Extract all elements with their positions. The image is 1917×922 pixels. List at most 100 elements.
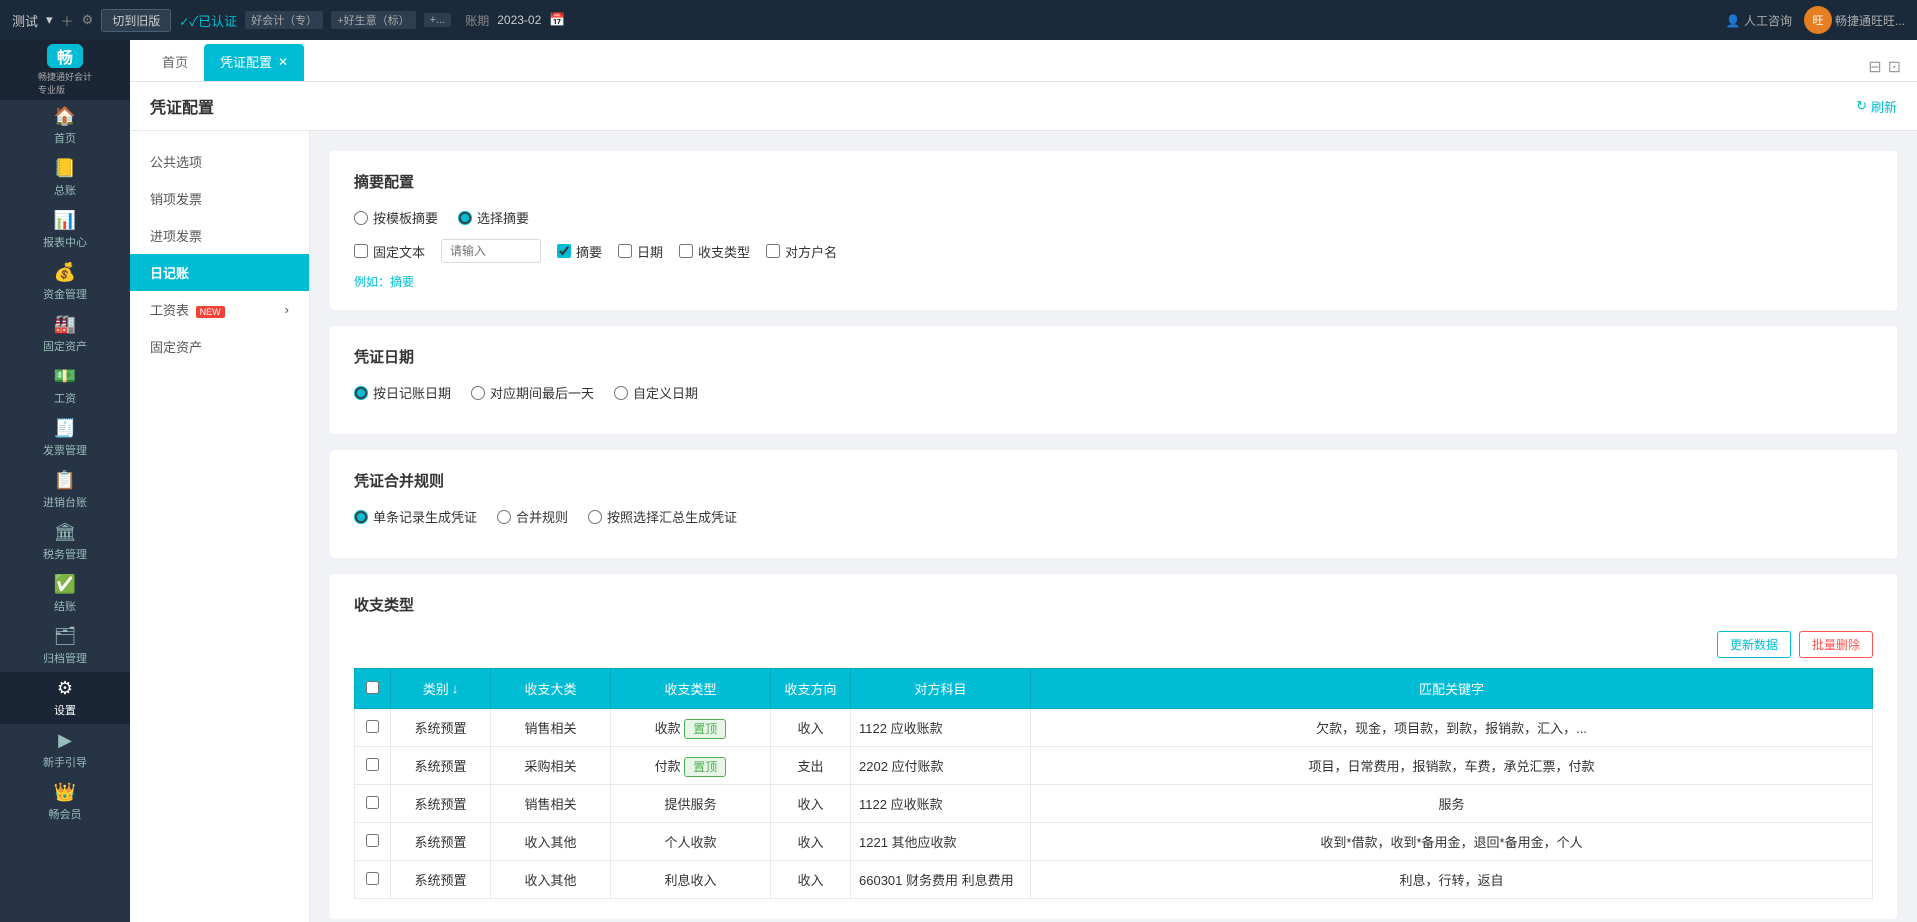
- radio-select-summary[interactable]: 选择摘要: [458, 208, 529, 227]
- sidebar-item-settings[interactable]: ⚙ 设置: [0, 672, 130, 724]
- calendar-icon[interactable]: 📅: [549, 12, 565, 28]
- row-checkbox-0[interactable]: [366, 720, 379, 733]
- reset-tag-0[interactable]: 置顶: [684, 719, 726, 739]
- tab-home[interactable]: 首页: [146, 44, 204, 81]
- row-checkbox-2[interactable]: [366, 796, 379, 809]
- switch-old-version-button[interactable]: 切到旧版: [101, 9, 171, 32]
- sidebar-item-ledger[interactable]: 📒 总账: [0, 152, 130, 204]
- tab-voucher-config[interactable]: 凭证配置 ✕: [204, 44, 304, 81]
- inout-icon: 📋: [54, 470, 76, 491]
- merge-rule-section: 凭证合并规则 单条记录生成凭证 合并规则 按照选择汇总生成凭证: [330, 450, 1897, 558]
- row-checkbox-1[interactable]: [366, 758, 379, 771]
- row-checkbox-4[interactable]: [366, 872, 379, 885]
- nav-item-journal[interactable]: 日记账: [130, 254, 309, 291]
- nav-item-sales-invoice[interactable]: 销项发票: [130, 180, 309, 217]
- nav-item-public[interactable]: 公共选项: [130, 143, 309, 180]
- sidebar-item-tax[interactable]: 🏛 税务管理: [0, 516, 130, 568]
- row-keyword-4: 利息，行转，返自: [1031, 861, 1873, 899]
- row-category-0: 系统预置: [391, 709, 491, 747]
- checkbox-fixed-text[interactable]: 固定文本: [354, 242, 425, 261]
- row-keyword-2: 服务: [1031, 785, 1873, 823]
- content-area: 首页 凭证配置 ✕ ⊟ ⊡ 凭证配置 ↻ 刷新 公共选项 销项发票: [130, 40, 1917, 922]
- radio-custom-date[interactable]: 自定义日期: [614, 383, 698, 402]
- row-account-0: 1122 应收账款: [851, 709, 1031, 747]
- income-expense-table: 类别 ↓ 收支大类 收支类型 收支方向 对方科目 匹配关键字: [354, 668, 1873, 899]
- radio-last-day[interactable]: 对应期间最后一天: [471, 383, 594, 402]
- sidebar-label-ledger: 总账: [54, 182, 76, 198]
- refresh-icon: ↻: [1856, 98, 1867, 114]
- page-header: 凭证配置 ↻ 刷新: [130, 82, 1917, 131]
- window-min-button[interactable]: ⊟: [1868, 57, 1881, 77]
- row-type-3: 个人收款: [611, 823, 771, 861]
- assets-icon: 🏭: [54, 314, 76, 335]
- reset-tag-1[interactable]: 置顶: [684, 757, 726, 777]
- window-max-button[interactable]: ⊡: [1888, 57, 1901, 77]
- avatar[interactable]: 旺 畅捷通旺旺...: [1804, 6, 1905, 34]
- fixed-text-input[interactable]: [441, 239, 541, 263]
- sidebar-item-vip[interactable]: 👑 畅会员: [0, 776, 130, 828]
- top-bar-add-icon[interactable]: ＋: [61, 11, 74, 30]
- row-direction-4: 收入: [771, 861, 851, 899]
- sidebar-item-salary[interactable]: 💵 工资: [0, 360, 130, 412]
- tab-bar: 首页 凭证配置 ✕ ⊟ ⊡: [130, 40, 1917, 82]
- row-account-2: 1122 应收账款: [851, 785, 1031, 823]
- salary-icon: 💵: [54, 366, 76, 387]
- checkbox-income-type[interactable]: 收支类型: [679, 242, 750, 261]
- radio-single-record[interactable]: 单条记录生成凭证: [354, 507, 477, 526]
- summary-radio-group: 按模板摘要 选择摘要: [354, 208, 1873, 227]
- radio-summary-generate[interactable]: 按照选择汇总生成凭证: [588, 507, 737, 526]
- checkbox-date[interactable]: 日期: [618, 242, 663, 261]
- sidebar-item-guide[interactable]: ▶ 新手引导: [0, 724, 130, 776]
- sidebar-item-reports[interactable]: 📊 报表中心: [0, 204, 130, 256]
- th-direction: 收支方向: [771, 669, 851, 709]
- nav-item-purchase-invoice[interactable]: 进项发票: [130, 217, 309, 254]
- page-body: 公共选项 销项发票 进项发票 日记账 工资表 NEW › 固定资产 摘要配置: [130, 131, 1917, 922]
- row-checkbox-cell: [355, 861, 391, 899]
- row-direction-2: 收入: [771, 785, 851, 823]
- sidebar-item-funds[interactable]: 💰 资金管理: [0, 256, 130, 308]
- top-bar-arrow[interactable]: ▾: [46, 12, 53, 28]
- top-bar-settings-icon[interactable]: ⚙: [82, 12, 94, 28]
- sidebar-label-home: 首页: [54, 130, 76, 146]
- row-category-3: 系统预置: [391, 823, 491, 861]
- checkbox-summary[interactable]: 摘要: [557, 242, 602, 261]
- sidebar-item-inout[interactable]: 📋 进销台账: [0, 464, 130, 516]
- select-all-checkbox[interactable]: [366, 681, 379, 694]
- table-body: 系统预置 销售相关 收款 置顶 收入 1122 应收账款 欠款，现金，项目款，到…: [355, 709, 1873, 899]
- nav-item-fixed-assets[interactable]: 固定资产: [130, 328, 309, 365]
- sidebar-item-archive[interactable]: 🗂 归档管理: [0, 620, 130, 672]
- income-expense-section: 收支类型 更新数据 批量删除 类别 ↓: [330, 574, 1897, 919]
- top-bar-title: 测试: [12, 11, 38, 30]
- sidebar-label-invoice: 发票管理: [43, 442, 87, 458]
- row-direction-1: 支出: [771, 747, 851, 785]
- batch-delete-button[interactable]: 批量删除: [1799, 631, 1873, 658]
- row-checkbox-3[interactable]: [366, 834, 379, 847]
- checkbox-counterparty[interactable]: 对方户名: [766, 242, 837, 261]
- period-value: 2023-02: [497, 13, 541, 27]
- refresh-button[interactable]: ↻ 刷新: [1856, 97, 1897, 116]
- sidebar-item-home[interactable]: 🏠 首页: [0, 100, 130, 152]
- tab-close-button[interactable]: ✕: [278, 55, 288, 69]
- update-data-button[interactable]: 更新数据: [1717, 631, 1791, 658]
- sidebar-item-assets[interactable]: 🏭 固定资产: [0, 308, 130, 360]
- sidebar-item-invoice[interactable]: 🧾 发票管理: [0, 412, 130, 464]
- radio-journal-date[interactable]: 按日记账日期: [354, 383, 451, 402]
- nav-item-payroll[interactable]: 工资表 NEW ›: [130, 291, 309, 328]
- sidebar-label-vip: 畅会员: [49, 806, 82, 822]
- th-big-class: 收支大类: [491, 669, 611, 709]
- sidebar-label-salary: 工资: [54, 390, 76, 406]
- settings-icon: ⚙: [57, 678, 73, 699]
- row-big-class-1: 采购相关: [491, 747, 611, 785]
- sidebar: 畅 畅捷通好会计专业版 🏠 首页 📒 总账 📊 报表中心 💰 资金管理 🏭 固定…: [0, 40, 130, 922]
- radio-template-summary[interactable]: 按模板摘要: [354, 208, 438, 227]
- sidebar-label-inout: 进销台账: [43, 494, 87, 510]
- row-checkbox-cell: [355, 785, 391, 823]
- income-expense-title: 收支类型: [354, 594, 1873, 615]
- th-category: 类别 ↓: [391, 669, 491, 709]
- avatar-circle: 旺: [1804, 6, 1832, 34]
- radio-merge-rule[interactable]: 合并规则: [497, 507, 568, 526]
- row-account-3: 1221 其他应收款: [851, 823, 1031, 861]
- sidebar-item-close[interactable]: ✅ 结账: [0, 568, 130, 620]
- support-link[interactable]: 👤 人工咨询: [1726, 12, 1792, 29]
- row-direction-0: 收入: [771, 709, 851, 747]
